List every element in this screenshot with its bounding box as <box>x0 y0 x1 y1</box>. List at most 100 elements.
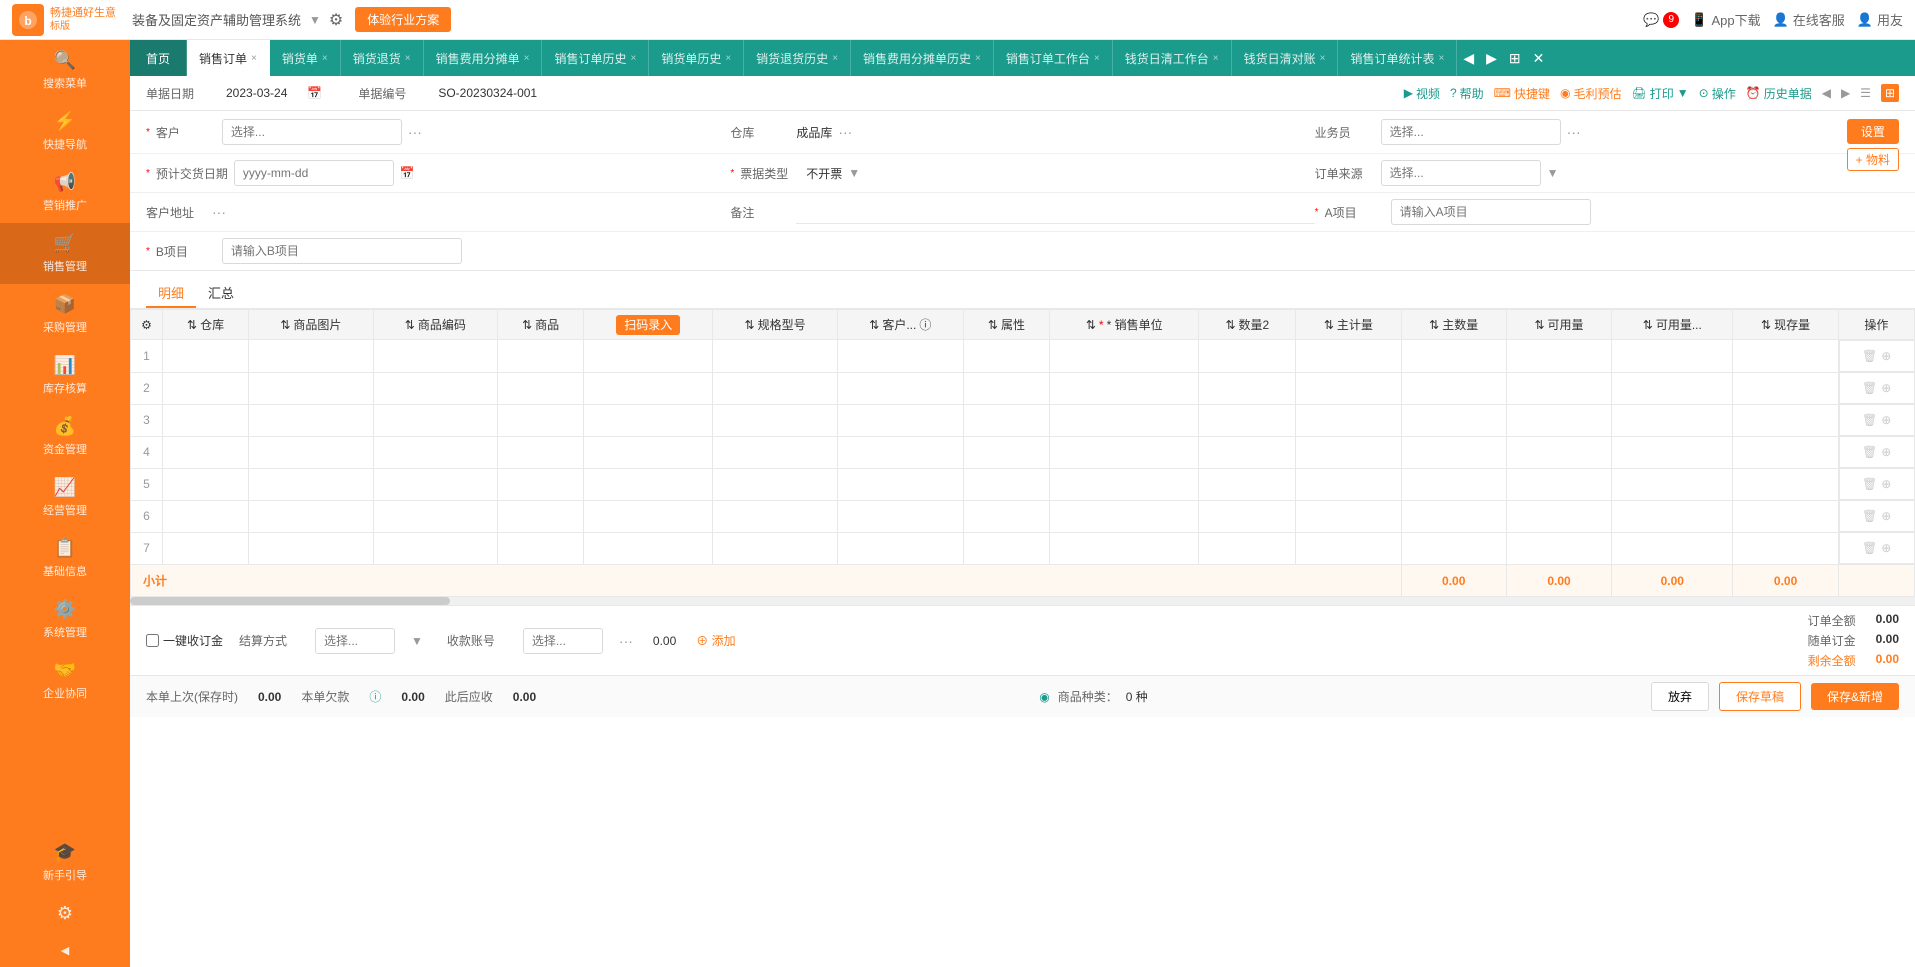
row-sales-unit[interactable] <box>1050 340 1199 373</box>
settings-icon[interactable]: ⚙ <box>329 10 343 30</box>
tab-next-btn[interactable]: ▶ <box>1480 50 1503 67</box>
row-main-qty[interactable] <box>1401 340 1506 373</box>
scrollbar-area[interactable] <box>130 597 1915 605</box>
row-product-code[interactable] <box>373 532 497 565</box>
row-customer-code[interactable] <box>837 532 963 565</box>
row-main-qty[interactable] <box>1401 436 1506 468</box>
row-available2[interactable] <box>1612 372 1733 404</box>
delete-row-icon[interactable]: 🗑 <box>1862 381 1877 395</box>
message-icon[interactable]: 💬 9 <box>1643 12 1679 28</box>
save-new-btn[interactable]: 保存&新增 <box>1811 683 1899 710</box>
row-product[interactable] <box>498 372 584 404</box>
row-attribute[interactable] <box>963 372 1049 404</box>
row-stock[interactable] <box>1733 468 1838 500</box>
sidebar-item-search[interactable]: 🔍 搜索菜单 <box>0 40 130 101</box>
table-tab-summary[interactable]: 汇总 <box>196 279 246 308</box>
row-available[interactable] <box>1506 532 1611 565</box>
row-warehouse[interactable] <box>163 532 249 565</box>
nav-next-icon[interactable]: ▶ <box>1841 86 1850 100</box>
tab-close-sales-expense-split-history[interactable]: × <box>975 53 981 64</box>
a-project-input[interactable] <box>1391 199 1591 225</box>
sidebar-item-system[interactable]: ⚙️ 系统管理 <box>0 589 130 650</box>
row-scan[interactable] <box>584 532 713 565</box>
copy-row-icon[interactable]: ⊕ <box>1881 477 1891 491</box>
tab-close-sales-expense-split[interactable]: × <box>524 53 530 64</box>
row-product[interactable] <box>498 468 584 500</box>
row-available2[interactable] <box>1612 500 1733 532</box>
list-view-icon[interactable]: ☰ <box>1860 86 1871 100</box>
sidebar-item-sales[interactable]: 🛒 销售管理 <box>0 223 130 284</box>
row-sales-unit[interactable] <box>1050 500 1199 532</box>
discard-btn[interactable]: 放弃 <box>1651 682 1709 711</box>
row-attribute[interactable] <box>963 500 1049 532</box>
row-warehouse[interactable] <box>163 372 249 404</box>
tab-close-sales-order-history[interactable]: × <box>630 53 636 64</box>
sidebar-item-inventory[interactable]: 📊 库存核算 <box>0 345 130 406</box>
row-available[interactable] <box>1506 372 1611 404</box>
trial-btn[interactable]: 体验行业方案 <box>355 7 451 32</box>
tab-close-cash-daily-workspace[interactable]: × <box>1213 53 1219 64</box>
date-picker-icon[interactable]: 📅 <box>400 166 415 180</box>
order-source-dropdown-icon[interactable]: ▼ <box>1547 166 1559 180</box>
row-available2[interactable] <box>1612 404 1733 436</box>
row-customer-code[interactable] <box>837 468 963 500</box>
row-main-qty[interactable] <box>1401 532 1506 565</box>
sidebar-item-purchase[interactable]: 📦 采购管理 <box>0 284 130 345</box>
customer-address-dots-btn[interactable]: ··· <box>212 204 226 220</box>
row-qty2[interactable] <box>1199 532 1296 565</box>
tab-close-cash-daily-reconcile[interactable]: × <box>1320 53 1326 64</box>
calendar-icon[interactable]: 📅 <box>307 86 322 100</box>
row-customer-code[interactable] <box>837 372 963 404</box>
history-link[interactable]: ⏰ 历史单据 <box>1746 85 1812 102</box>
tab-sales-order-history[interactable]: 销售订单历史 × <box>542 40 649 76</box>
row-actions[interactable]: 🗑 ⊕ <box>1839 532 1915 564</box>
sidebar-item-finance[interactable]: 💰 资金管理 <box>0 406 130 467</box>
tab-close-sales-refund-history[interactable]: × <box>832 53 838 64</box>
row-customer-code[interactable] <box>837 500 963 532</box>
row-stock[interactable] <box>1733 404 1838 436</box>
row-main-unit[interactable] <box>1296 436 1401 468</box>
online-support[interactable]: 👤 在线客服 <box>1773 10 1845 29</box>
row-product-image[interactable] <box>249 372 373 404</box>
row-main-unit[interactable] <box>1296 340 1401 373</box>
table-scroll-container[interactable]: ⚙ ⇅仓库 ⇅商品图片 ⇅商品编码 <box>130 309 1915 597</box>
row-customer-code[interactable] <box>837 340 963 373</box>
row-stock[interactable] <box>1733 532 1838 565</box>
product-kinds-icon[interactable]: ◉ <box>1039 690 1049 704</box>
staff-input[interactable] <box>1381 119 1561 145</box>
tab-home[interactable]: 首页 <box>130 40 187 76</box>
row-product-image[interactable] <box>249 468 373 500</box>
row-product-code[interactable] <box>373 340 497 373</box>
delete-row-icon[interactable]: 🗑 <box>1862 349 1877 363</box>
copy-row-icon[interactable]: ⊕ <box>1881 413 1891 427</box>
row-product-code[interactable] <box>373 404 497 436</box>
tab-cash-daily-workspace[interactable]: 钱货日清工作台 × <box>1113 40 1232 76</box>
sidebar-settings-btn[interactable]: ⚙ <box>0 893 130 934</box>
payment-method-input[interactable] <box>315 628 395 654</box>
col-settings-header[interactable]: ⚙ <box>131 310 163 340</box>
tab-close-sales-order-stats[interactable]: × <box>1438 53 1444 64</box>
row-customer-code[interactable] <box>837 404 963 436</box>
customer-dots-btn[interactable]: ··· <box>408 124 422 140</box>
row-available2[interactable] <box>1612 468 1733 500</box>
tab-close-all-btn[interactable]: ✕ <box>1527 50 1551 67</box>
row-main-unit[interactable] <box>1296 468 1401 500</box>
add-row-btn[interactable]: + 物料 <box>1847 148 1899 171</box>
sidebar-item-quick-nav[interactable]: ⚡ 快捷导航 <box>0 101 130 162</box>
col-scan-header[interactable]: 扫码录入 <box>584 310 713 340</box>
shortcut-link[interactable]: ⌨ 快捷键 <box>1494 85 1550 102</box>
row-sales-unit[interactable] <box>1050 372 1199 404</box>
row-qty2[interactable] <box>1199 468 1296 500</box>
row-warehouse[interactable] <box>163 404 249 436</box>
copy-row-icon[interactable]: ⊕ <box>1881 445 1891 459</box>
row-main-unit[interactable] <box>1296 404 1401 436</box>
delete-row-icon[interactable]: 🗑 <box>1862 509 1877 523</box>
row-product[interactable] <box>498 340 584 373</box>
row-spec[interactable] <box>713 436 837 468</box>
print-dropdown-icon[interactable]: ▼ <box>1677 86 1689 100</box>
row-actions[interactable]: 🗑 ⊕ <box>1839 340 1915 372</box>
row-product-image[interactable] <box>249 532 373 565</box>
tab-sales-expense-split-history[interactable]: 销售费用分摊单历史 × <box>851 40 994 76</box>
row-qty2[interactable] <box>1199 436 1296 468</box>
row-actions[interactable]: 🗑 ⊕ <box>1839 404 1915 436</box>
